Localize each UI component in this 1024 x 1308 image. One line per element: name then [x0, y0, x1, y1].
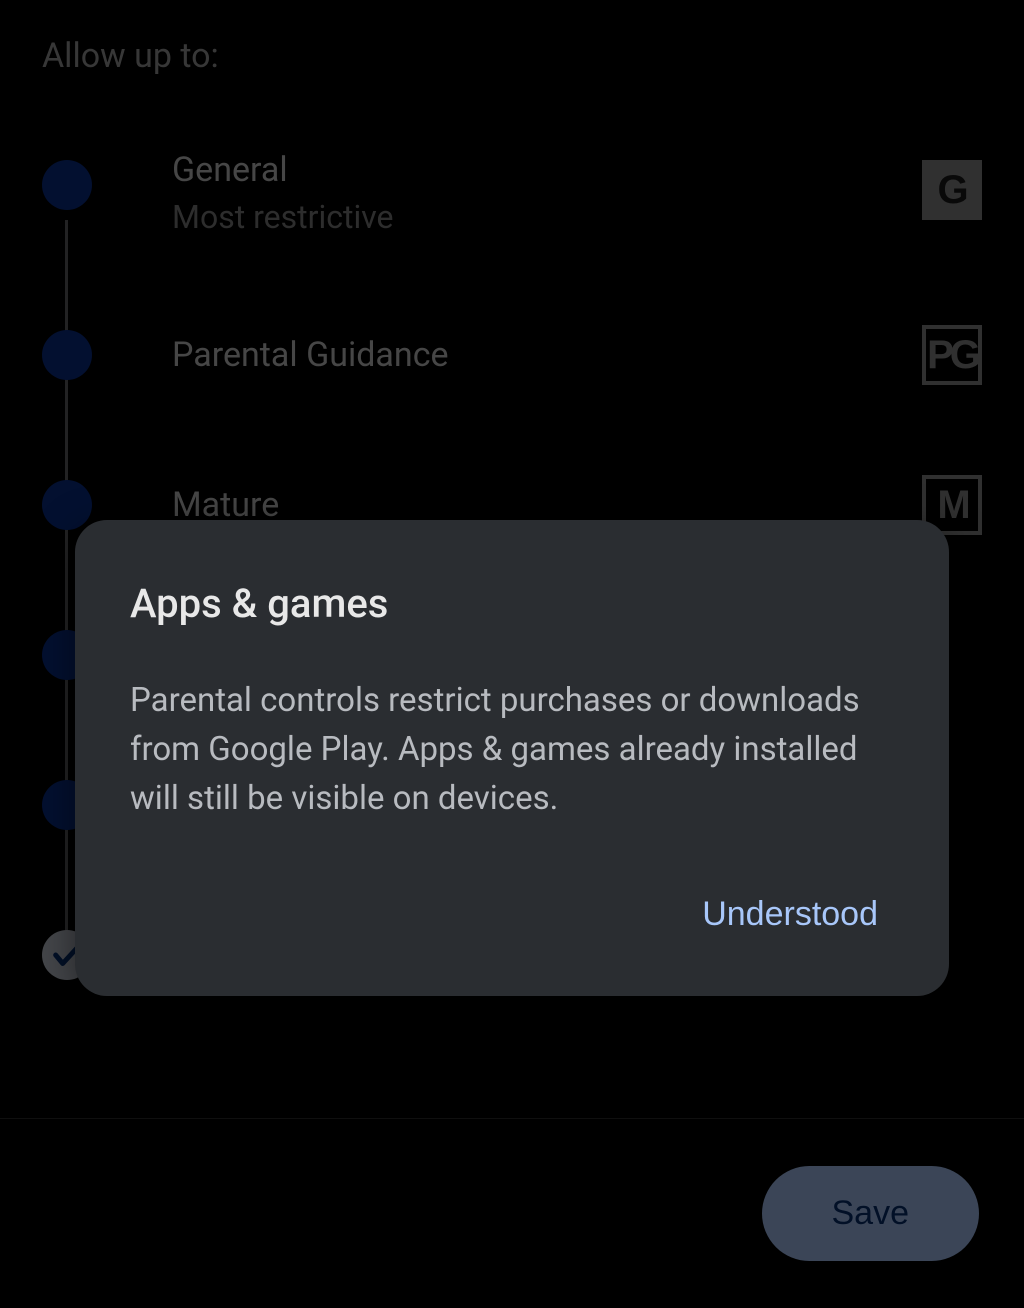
understood-button[interactable]: Understood — [686, 883, 894, 946]
dialog: Apps & games Parental controls restrict … — [75, 520, 949, 996]
dialog-body: Parental controls restrict purchases or … — [130, 677, 894, 823]
dialog-title: Apps & games — [130, 580, 894, 627]
dialog-actions: Understood — [130, 883, 894, 946]
